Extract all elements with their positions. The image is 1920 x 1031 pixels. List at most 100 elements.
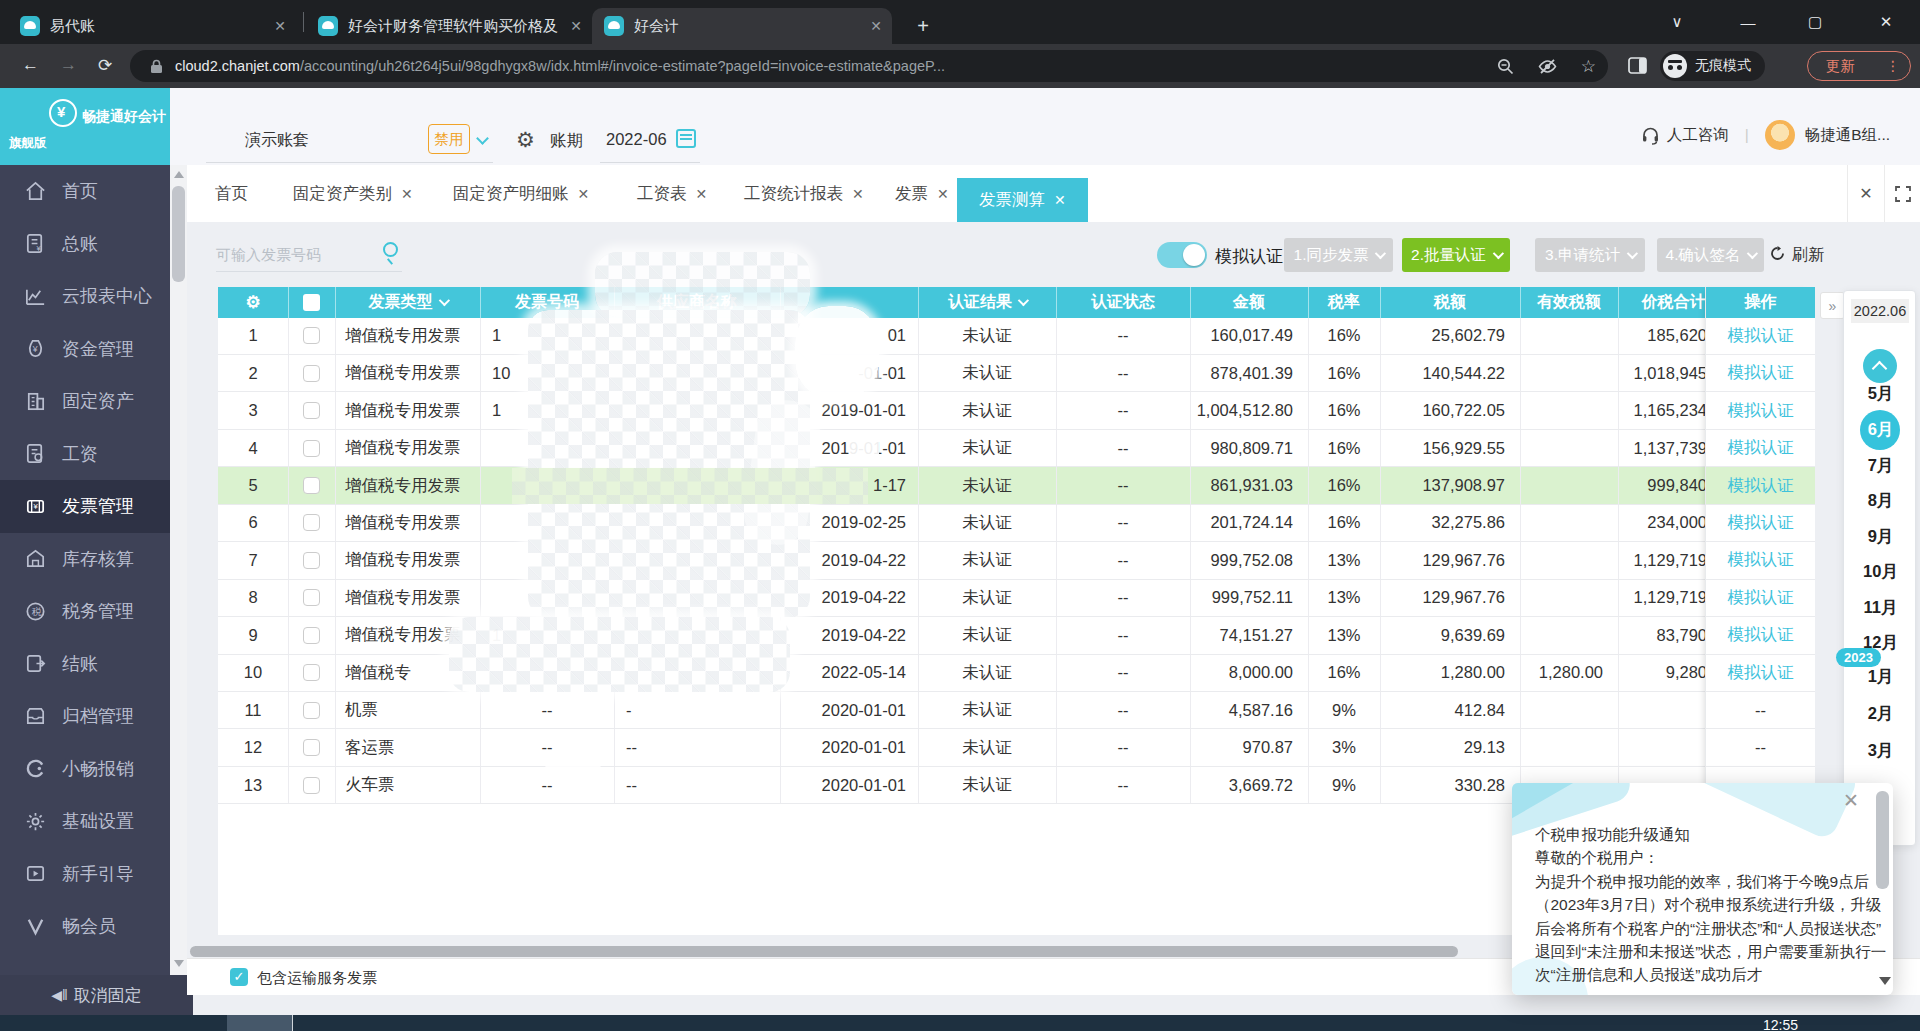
toolbar-button[interactable]: 2.批量认证 — [1402, 238, 1510, 272]
row-checkbox[interactable] — [303, 702, 320, 719]
month-10月[interactable]: 10月 — [1844, 554, 1917, 590]
refresh-button[interactable]: 刷新 — [1792, 245, 1824, 266]
simulate-link[interactable]: 模拟认证 — [1728, 662, 1794, 684]
row-checkbox[interactable] — [303, 552, 320, 569]
sidebar-item-库存核算[interactable]: 库存核算 — [0, 533, 170, 586]
sidebar-item-资金管理[interactable]: ¥资金管理 — [0, 323, 170, 376]
simulate-link[interactable]: 模拟认证 — [1728, 400, 1794, 422]
column-header[interactable]: 认证结果 — [918, 287, 1056, 318]
close-icon[interactable]: ✕ — [937, 186, 949, 202]
simulate-link[interactable]: 模拟认证 — [1728, 325, 1794, 347]
row-checkbox[interactable] — [303, 739, 320, 756]
page-tab[interactable]: 发票✕ — [895, 165, 949, 222]
bookmark-star-icon[interactable]: ☆ — [1581, 56, 1596, 77]
row-checkbox[interactable] — [303, 777, 320, 794]
sidebar-item-固定资产[interactable]: 固定资产 — [0, 375, 170, 428]
user-name[interactable]: 畅捷通B组... — [1805, 125, 1890, 146]
close-window-icon[interactable]: ✕ — [1863, 0, 1909, 44]
horizontal-scrollbar[interactable] — [190, 946, 1458, 957]
close-icon[interactable]: ✕ — [852, 186, 864, 202]
close-icon[interactable]: ✕ — [570, 18, 582, 34]
select-all-checkbox[interactable] — [303, 294, 320, 311]
reload-icon[interactable]: ⟳ — [98, 55, 112, 76]
browser-tab[interactable]: 易代账✕ — [8, 8, 296, 44]
sidebar-item-新手引导[interactable]: 新手引导 — [0, 848, 170, 901]
month-11月[interactable]: 11月 — [1844, 590, 1917, 626]
close-icon[interactable]: ✕ — [578, 186, 590, 202]
month-7月[interactable]: 7月 — [1844, 448, 1917, 484]
sidebar-item-云报表中心[interactable]: 云报表中心 — [0, 270, 170, 323]
gear-icon[interactable]: ⚙ — [245, 292, 260, 313]
page-tab[interactable]: 固定资产类别✕ — [293, 165, 413, 222]
simulate-link[interactable]: 模拟认证 — [1728, 587, 1794, 609]
maximize-icon[interactable]: ▢ — [1792, 0, 1838, 44]
tab-search-icon[interactable]: ∨ — [1654, 0, 1700, 44]
zoom-icon[interactable] — [1497, 58, 1514, 75]
transport-checkbox[interactable]: ✓ — [230, 968, 248, 986]
simulate-link[interactable]: 模拟认证 — [1728, 624, 1794, 646]
support-link[interactable]: 人工咨询 — [1667, 125, 1729, 146]
simulate-link[interactable]: 模拟认证 — [1728, 362, 1794, 384]
account-name[interactable]: 演示账套 — [245, 130, 309, 151]
close-icon[interactable]: ✕ — [274, 18, 286, 34]
close-icon[interactable]: ✕ — [1054, 192, 1066, 208]
simulate-link[interactable]: 模拟认证 — [1728, 437, 1794, 459]
back-icon[interactable]: ← — [22, 55, 39, 75]
page-tab[interactable]: 发票测算✕ — [957, 178, 1088, 222]
search-icon[interactable] — [383, 242, 398, 257]
row-checkbox[interactable] — [303, 402, 320, 419]
expand-panel-button[interactable]: » — [1820, 292, 1845, 319]
month-8月[interactable]: 8月 — [1844, 483, 1917, 519]
row-checkbox[interactable] — [303, 327, 320, 344]
row-checkbox[interactable] — [303, 477, 320, 494]
search-input[interactable]: 可输入发票号码 — [216, 240, 402, 272]
sidebar-item-结账[interactable]: 结账 — [0, 638, 170, 691]
menu-dots-icon[interactable]: ⋮ — [1886, 58, 1901, 74]
eye-off-icon[interactable] — [1538, 58, 1557, 75]
row-checkbox[interactable] — [303, 365, 320, 382]
toolbar-button[interactable]: 4.确认签名 — [1657, 238, 1764, 272]
month-9月[interactable]: 9月 — [1844, 519, 1917, 555]
close-icon[interactable]: ✕ — [696, 186, 708, 202]
toolbar-button[interactable]: 3.申请统计 — [1535, 238, 1645, 272]
sidebar-scrollbar[interactable] — [170, 165, 187, 975]
browser-tab[interactable]: 好会计财务管理软件购买价格及...✕ — [306, 8, 592, 44]
scroll-down-icon[interactable] — [1879, 977, 1891, 985]
close-all-icon[interactable]: ✕ — [1847, 165, 1884, 222]
row-checkbox[interactable] — [303, 627, 320, 644]
browser-tab[interactable]: 好会计✕ — [592, 8, 892, 44]
sidebar-item-发票管理[interactable]: ¥发票管理 — [0, 480, 170, 533]
close-icon[interactable]: ✕ — [401, 186, 413, 202]
month-6月[interactable]: 6月 — [1844, 412, 1917, 448]
sidebar-item-首页[interactable]: 首页 — [0, 165, 170, 218]
gear-icon[interactable]: ⚙ — [516, 128, 535, 152]
sidebar-item-小畅报销[interactable]: 小畅报销 — [0, 743, 170, 796]
row-checkbox[interactable] — [303, 514, 320, 531]
period-value[interactable]: 2022-06 — [606, 130, 667, 149]
update-button[interactable]: 更新 ⋮ — [1807, 51, 1911, 81]
column-header[interactable]: 发票类型 — [335, 287, 480, 318]
simulate-link[interactable]: 模拟认证 — [1728, 549, 1794, 571]
sidebar-item-畅会员[interactable]: 畅会员 — [0, 900, 170, 953]
popup-scrollbar[interactable] — [1876, 791, 1889, 971]
calendar-icon[interactable] — [676, 129, 696, 148]
page-tab[interactable]: 首页 — [215, 165, 248, 222]
scrollbar-thumb[interactable] — [172, 186, 185, 282]
toolbar-button[interactable]: 1.同步发票 — [1284, 238, 1393, 272]
sidebar-item-基础设置[interactable]: 基础设置 — [0, 795, 170, 848]
refresh-icon[interactable] — [1770, 246, 1785, 261]
row-checkbox[interactable] — [303, 664, 320, 681]
side-panel-icon[interactable] — [1628, 57, 1647, 74]
forward-icon[interactable]: → — [60, 55, 77, 75]
sidebar-item-工资[interactable]: 工资 — [0, 428, 170, 481]
scroll-up-icon[interactable] — [174, 171, 184, 178]
taskbar-app[interactable] — [227, 1015, 293, 1031]
simulate-toggle[interactable] — [1157, 242, 1207, 268]
unpin-button[interactable]: ◀‖取消固定 — [0, 975, 193, 1015]
sidebar-item-总账[interactable]: ¥总账 — [0, 218, 170, 271]
minimize-icon[interactable]: — — [1725, 0, 1771, 44]
sidebar-item-归档管理[interactable]: 归档管理 — [0, 690, 170, 743]
new-tab-button[interactable]: + — [905, 8, 941, 44]
avatar[interactable] — [1765, 120, 1795, 150]
simulate-link[interactable]: 模拟认证 — [1728, 475, 1794, 497]
